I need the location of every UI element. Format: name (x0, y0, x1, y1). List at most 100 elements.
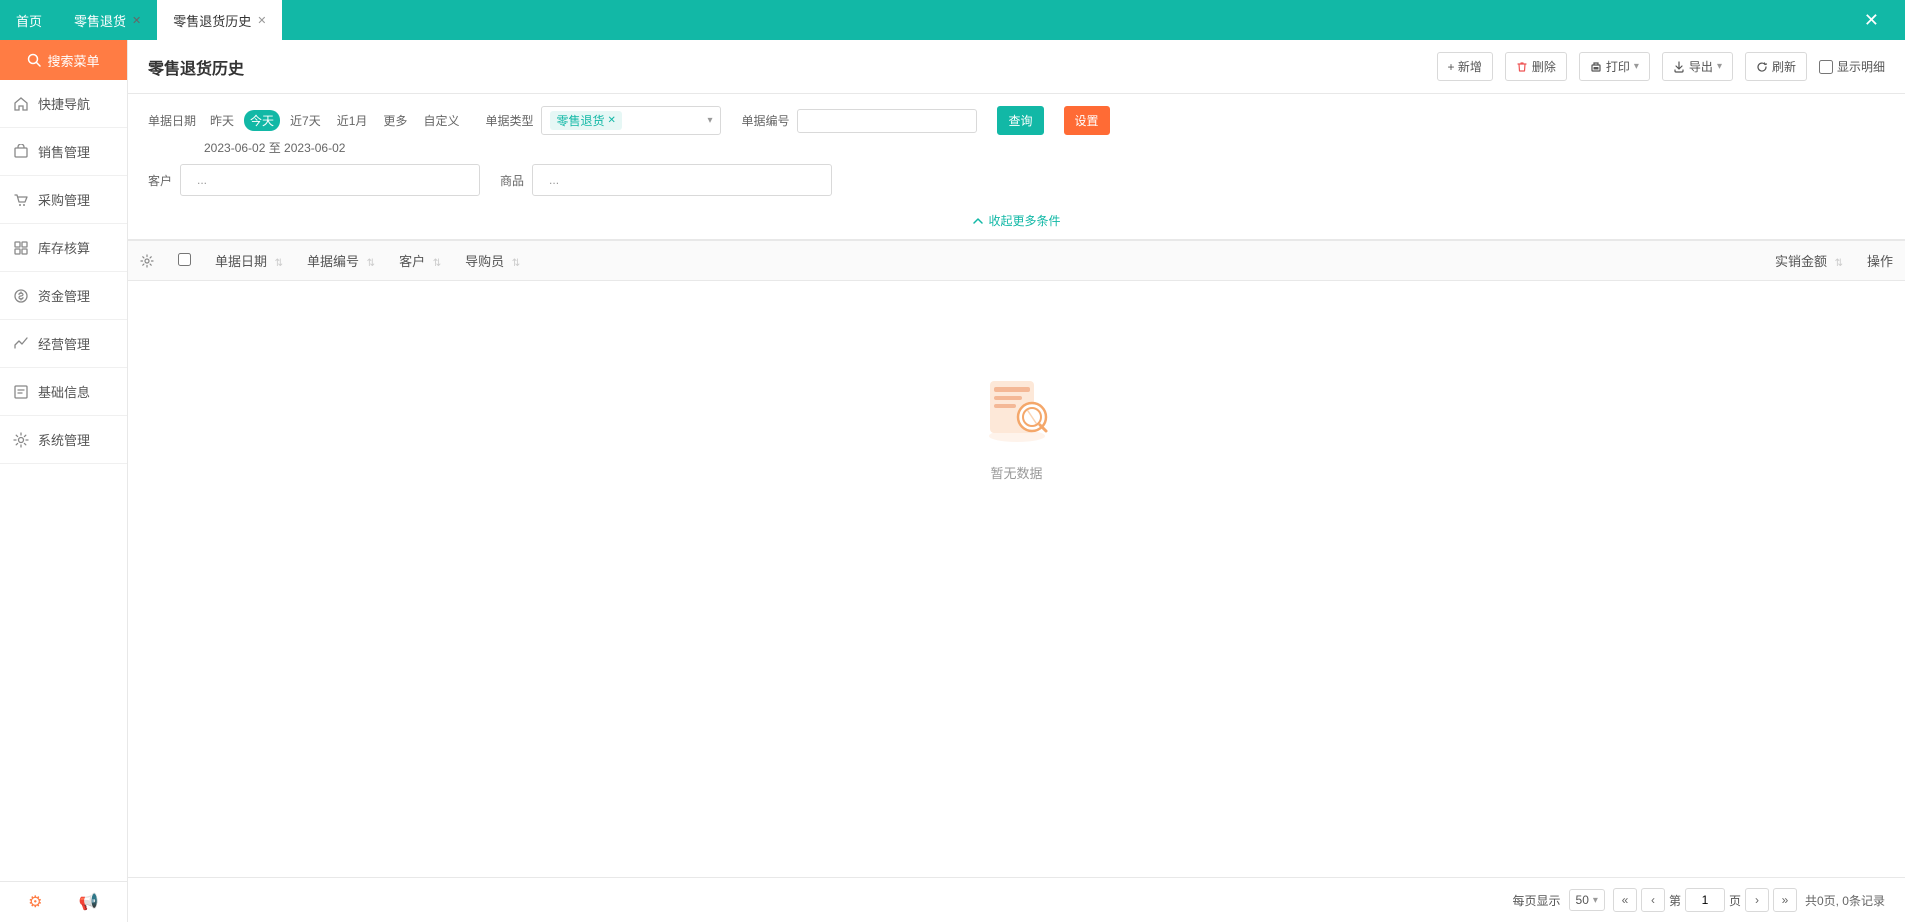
sidebar-item-system-mgmt[interactable]: 系统管理 (0, 416, 127, 464)
page-size-select[interactable]: 50 ▾ (1569, 889, 1605, 911)
page-unit-label: 页 (1729, 892, 1741, 909)
voucher-number-input[interactable] (797, 109, 977, 133)
finance-icon (12, 287, 30, 305)
guide-sort-icon[interactable]: ⇅ (512, 258, 520, 269)
setting-button[interactable]: 设置 (1064, 106, 1110, 135)
filter-area: 单据日期 昨天 今天 近7天 近1月 更多 自定义 单据类型 (128, 94, 1905, 240)
select-all-checkbox[interactable] (178, 253, 191, 266)
page-header: 零售退货历史 + 新增 删除 打印 (128, 40, 1905, 94)
date-yesterday[interactable]: 昨天 (204, 110, 240, 131)
th-guide: 导购员 ⇅ (453, 241, 532, 281)
th-action: 操作 (1855, 241, 1905, 281)
customer-select[interactable]: ... (180, 164, 480, 196)
tab-retail-return-close[interactable]: ✕ (132, 14, 141, 27)
sidebar-item-basic-info[interactable]: 基础信息 (0, 368, 127, 416)
date-today[interactable]: 今天 (244, 110, 280, 131)
goods-select[interactable]: ... (532, 164, 832, 196)
sidebar-nav: 快捷导航 销售管理 采 (0, 80, 127, 881)
date-sort-icon[interactable]: ⇅ (275, 258, 283, 269)
operations-icon (12, 335, 30, 353)
sidebar-item-finance-label: 资金管理 (38, 286, 90, 305)
sidebar-item-finance[interactable]: 资金管理 (0, 272, 127, 320)
th-settings (128, 241, 166, 281)
amount-sort-icon[interactable]: ⇅ (1835, 258, 1843, 269)
tab-home[interactable]: 首页 (0, 0, 58, 40)
home-icon (12, 95, 30, 113)
sidebar-item-sales-mgmt[interactable]: 销售管理 (0, 128, 127, 176)
print-icon (1590, 61, 1602, 73)
page-first-button[interactable]: « (1613, 888, 1637, 912)
top-bar: 首页 零售退货 ✕ 零售退货历史 ✕ ✕ (0, 0, 1905, 40)
basic-info-icon (12, 383, 30, 401)
empty-text: 暂无数据 (990, 463, 1042, 482)
th-number: 单据编号 ⇅ (295, 241, 387, 281)
query-button[interactable]: 查询 (997, 106, 1043, 135)
customer-filter-label: 客户 (148, 172, 172, 189)
date-more[interactable]: 更多 (377, 110, 413, 131)
print-button[interactable]: 打印 ▾ (1579, 52, 1650, 81)
delete-icon (1516, 61, 1528, 73)
delete-button[interactable]: 删除 (1505, 52, 1567, 81)
page-title: 零售退货历史 (148, 55, 244, 79)
sidebar-item-inventory[interactable]: 库存核算 (0, 224, 127, 272)
sidebar-item-purchase-mgmt[interactable]: 采购管理 (0, 176, 127, 224)
show-detail-checkbox[interactable] (1819, 60, 1833, 74)
th-customer: 客户 ⇅ (387, 241, 453, 281)
collapse-button[interactable]: 收起更多条件 (972, 206, 1060, 235)
refresh-button[interactable]: 刷新 (1745, 52, 1807, 81)
table-settings-icon[interactable] (140, 254, 154, 268)
export-dropdown-icon: ▾ (1717, 61, 1722, 72)
voucher-number-filter: 单据编号 (741, 109, 977, 133)
content-area: 零售退货历史 + 新增 删除 打印 (128, 40, 1905, 922)
export-icon (1673, 61, 1685, 73)
page-size-dropdown-arrow: ▾ (1593, 895, 1598, 906)
goods-filter-label: 商品 (500, 172, 524, 189)
tab-home-label: 首页 (16, 11, 42, 30)
page-prev-button[interactable]: ‹ (1641, 888, 1665, 912)
voucher-type-tag-close[interactable]: ✕ (607, 115, 615, 126)
customer-ellipsis: ... (189, 169, 215, 191)
customer-sort-icon[interactable]: ⇅ (433, 258, 441, 269)
inventory-icon (12, 239, 30, 257)
date-1month[interactable]: 近1月 (331, 110, 374, 131)
export-button[interactable]: 导出 ▾ (1662, 52, 1733, 81)
new-button[interactable]: + 新增 (1437, 52, 1493, 81)
number-sort-icon[interactable]: ⇅ (367, 258, 375, 269)
header-actions: + 新增 删除 打印 ▾ (1437, 52, 1885, 81)
sidebar-search-label: 搜索菜单 (47, 51, 99, 70)
sidebar-item-operations[interactable]: 经营管理 (0, 320, 127, 368)
speaker-bottom-icon[interactable]: 📢 (79, 892, 99, 912)
tab-retail-return[interactable]: 零售退货 ✕ (58, 0, 157, 40)
total-info: 共0页, 0条记录 (1805, 892, 1885, 909)
sidebar-item-inventory-label: 库存核算 (38, 238, 90, 257)
voucher-type-select[interactable]: 零售退货 ✕ ▾ (541, 106, 721, 135)
empty-illustration (972, 361, 1062, 451)
sidebar-item-quick-nav[interactable]: 快捷导航 (0, 80, 127, 128)
th-date: 单据日期 ⇅ (203, 241, 295, 281)
table-header-row: 单据日期 ⇅ 单据编号 ⇅ 客户 ⇅ 导购员 ⇅ (128, 241, 1905, 281)
collapse-up-icon (972, 215, 984, 227)
page-last-button[interactable]: » (1773, 888, 1797, 912)
table-body: 暂无数据 (128, 281, 1905, 563)
system-icon (12, 431, 30, 449)
th-amount: 实销金额 ⇅ (1763, 241, 1855, 281)
top-bar-right: ✕ (1854, 10, 1905, 31)
page-nav: « ‹ 第 页 › » (1613, 888, 1797, 912)
voucher-type-dropdown-arrow: ▾ (707, 115, 712, 126)
tab-retail-return-history-close[interactable]: ✕ (257, 14, 266, 27)
date-custom[interactable]: 自定义 (417, 110, 465, 131)
tab-retail-return-history[interactable]: 零售退货历史 ✕ (157, 0, 282, 40)
customer-filter: 客户 ... (148, 164, 480, 196)
empty-state-row: 暂无数据 (128, 281, 1905, 563)
show-detail-label: 显示明细 (1819, 58, 1885, 75)
sidebar-search[interactable]: 搜索菜单 (0, 40, 127, 80)
voucher-number-label: 单据编号 (741, 112, 789, 129)
window-close-button[interactable]: ✕ (1854, 10, 1889, 30)
date-shortcuts: 昨天 今天 近7天 近1月 更多 自定义 (204, 110, 465, 131)
date-7days[interactable]: 近7天 (284, 110, 327, 131)
main-layout: 搜索菜单 快捷导航 销售管理 (0, 40, 1905, 922)
page-size-label: 每页显示 (1513, 892, 1561, 909)
page-number-input[interactable] (1685, 888, 1725, 912)
page-next-button[interactable]: › (1745, 888, 1769, 912)
settings-bottom-icon[interactable]: ⚙ (28, 892, 42, 912)
